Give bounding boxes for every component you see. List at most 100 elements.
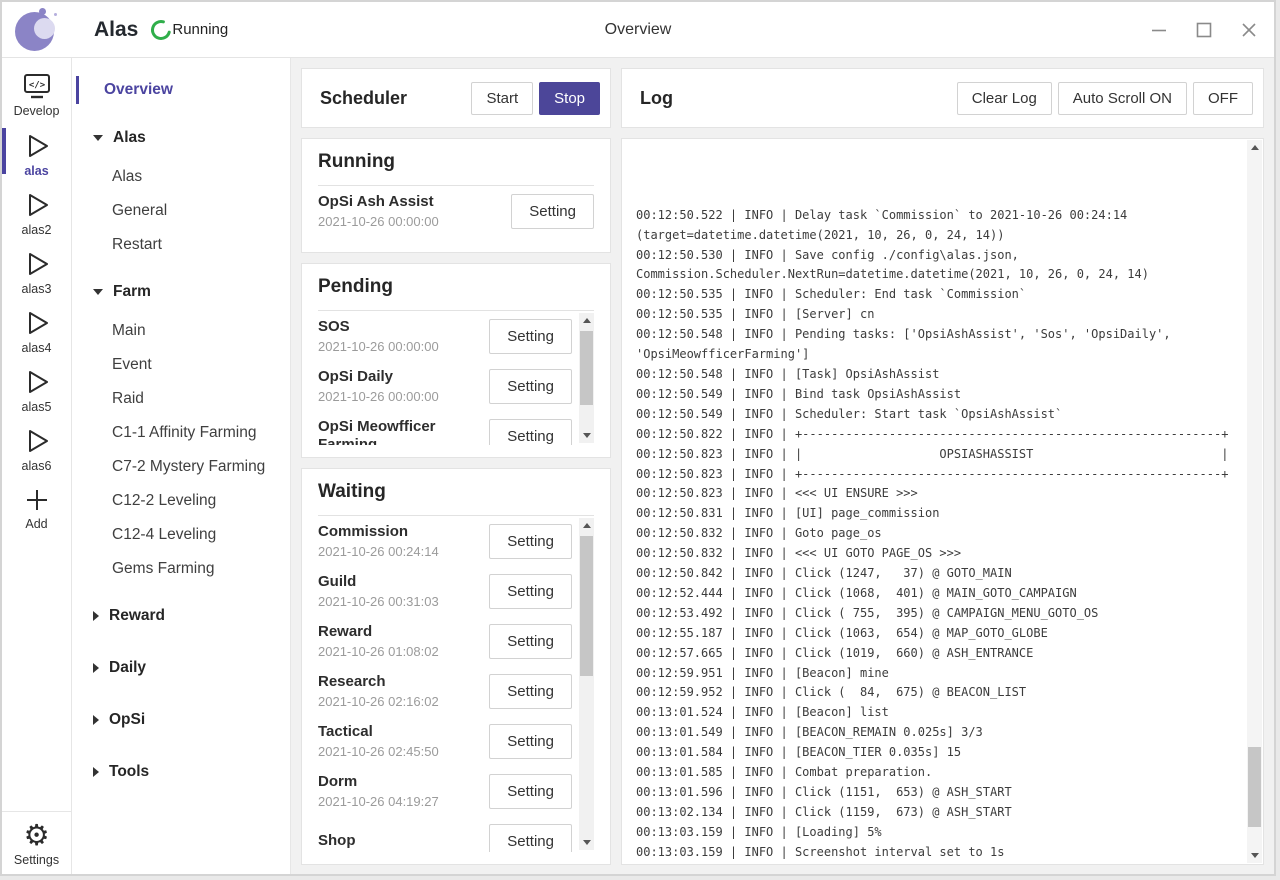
task-row: SOS 2021-10-26 00:00:00 Setting [318,311,572,361]
task-setting-button[interactable]: Setting [489,674,572,709]
spinner-icon [150,19,172,41]
task-row: Reward 2021-10-26 01:08:02 Setting [318,616,572,666]
nav-item-restart[interactable]: Restart [72,228,290,262]
pending-scrollbar[interactable] [579,313,594,443]
log-line: 00:12:59.951 | INFO | [Beacon] mine [636,664,1239,684]
task-setting-button[interactable]: Setting [489,369,572,404]
app-window: Alas Running Overview < [0,0,1276,876]
nav-item-event[interactable]: Event [72,348,290,382]
maximize-button[interactable] [1195,21,1213,39]
scrollbar-thumb[interactable] [580,536,593,676]
nav-group-farm[interactable]: Farm [72,270,290,314]
clear-log-button[interactable]: Clear Log [957,82,1052,115]
chevron-right-icon [93,715,99,725]
log-line: 00:12:52.444 | INFO | Click (1068, 401) … [636,584,1239,604]
pending-task-list: SOS 2021-10-26 00:00:00 Setting OpSi Dai… [318,311,572,445]
log-scrollbar[interactable] [1247,140,1262,863]
task-setting-button[interactable]: Setting [489,824,572,853]
nav-group-tools[interactable]: Tools [72,750,290,794]
chevron-right-icon [93,663,99,673]
nav-item-alas[interactable]: Alas [72,160,290,194]
nav-item-gems-farming[interactable]: Gems Farming [72,552,290,586]
rail-item-alas3[interactable]: alas3 [2,243,71,302]
scheduler-card: Scheduler Start Stop [301,68,611,128]
task-setting-button[interactable]: Setting [489,774,572,809]
nav-item-main[interactable]: Main [72,314,290,348]
rail-item-alas2[interactable]: alas2 [2,184,71,243]
log-line: 00:13:01.585 | INFO | Combat preparation… [636,763,1239,783]
scroll-up-icon[interactable] [579,313,594,328]
rail-item-alas[interactable]: alas [2,125,71,184]
plus-icon [23,486,51,514]
log-line: 00:12:50.522 | INFO | Delay task `Commis… [636,206,1239,226]
nav-group-alas[interactable]: Alas [72,116,290,160]
scheduler-title: Scheduler [320,88,407,109]
task-name: Guild [318,573,439,591]
log-line: 00:12:50.535 | INFO | [Server] cn [636,305,1239,325]
scrollbar-thumb[interactable] [1248,747,1261,827]
nav-item-c1-1-affinity-farming[interactable]: C1-1 Affinity Farming [72,416,290,450]
rail-item-add[interactable]: Add [2,479,71,538]
task-name: OpSi Meowfficer Farming [318,418,478,445]
chevron-down-icon [93,289,103,295]
nav-group-daily[interactable]: Daily [72,646,290,690]
task-setting-button[interactable]: Setting [511,194,594,229]
task-time: 2021-10-26 02:16:02 [318,694,439,709]
scrollbar-thumb[interactable] [580,331,593,405]
instance-rail: </> Develop alas alas2 [2,58,72,875]
task-name: SOS [318,318,439,336]
task-name: OpSi Daily [318,368,439,386]
autoscroll-off-button[interactable]: OFF [1193,82,1253,115]
waiting-scrollbar[interactable] [579,518,594,850]
rail-item-alas4[interactable]: alas4 [2,302,71,361]
rail-item-settings[interactable]: ⚙ Settings [2,811,71,875]
log-header-card: Log Clear Log Auto Scroll ON OFF [621,68,1264,128]
task-setting-button[interactable]: Setting [489,624,572,659]
nav-item-general[interactable]: General [72,194,290,228]
rail-item-alas5[interactable]: alas5 [2,361,71,420]
nav-group-reward[interactable]: Reward [72,594,290,638]
scroll-down-icon[interactable] [1247,848,1262,863]
task-time: 2021-10-26 00:00:00 [318,214,439,229]
task-row: Shop Setting [318,816,572,852]
rail-item-alas6[interactable]: alas6 [2,420,71,479]
task-row: OpSi Meowfficer Farming Setting [318,411,572,445]
task-name: Commission [318,523,439,541]
task-time: 2021-10-26 02:45:50 [318,744,439,759]
task-setting-button[interactable]: Setting [489,724,572,759]
log-line: 00:12:53.492 | INFO | Click ( 755, 395) … [636,604,1239,624]
task-time: 2021-10-26 04:19:27 [318,794,439,809]
log-line: 00:12:50.831 | INFO | [UI] page_commissi… [636,504,1239,524]
stop-button[interactable]: Stop [539,82,600,115]
log-line: 00:12:50.548 | INFO | [Task] OpsiAshAssi… [636,365,1239,385]
log-line: 00:12:50.530 | INFO | Save config ./conf… [636,246,1239,266]
nav-item-c12-2-leveling[interactable]: C12-2 Leveling [72,484,290,518]
nav-item-c7-2-mystery-farming[interactable]: C7-2 Mystery Farming [72,450,290,484]
svg-text:</>: </> [28,81,45,91]
task-row: Commission 2021-10-26 00:24:14 Setting [318,516,572,566]
nav-item-c12-4-leveling[interactable]: C12-4 Leveling [72,518,290,552]
scroll-down-icon[interactable] [579,835,594,850]
titlebar: Alas Running Overview [2,2,1274,58]
log-line: 00:12:50.842 | INFO | Click (1247, 37) @… [636,564,1239,584]
scroll-up-icon[interactable] [1247,140,1262,155]
task-row: OpSi Ash Assist 2021-10-26 00:00:00 Sett… [318,186,594,236]
start-button[interactable]: Start [471,82,533,115]
waiting-title: Waiting [318,481,594,516]
autoscroll-on-button[interactable]: Auto Scroll ON [1058,82,1187,115]
scroll-up-icon[interactable] [579,518,594,533]
scroll-down-icon[interactable] [579,428,594,443]
task-row: Tactical 2021-10-26 02:45:50 Setting [318,716,572,766]
minimize-button[interactable] [1150,21,1168,39]
nav-item-raid[interactable]: Raid [72,382,290,416]
task-setting-button[interactable]: Setting [489,419,572,446]
nav-item-overview[interactable]: Overview [72,72,290,108]
close-button[interactable] [1240,21,1258,39]
log-line: 00:13:01.549 | INFO | [BEACON_REMAIN 0.0… [636,723,1239,743]
task-setting-button[interactable]: Setting [489,574,572,609]
task-time: 2021-10-26 01:08:02 [318,644,439,659]
nav-group-opsi[interactable]: OpSi [72,698,290,742]
task-setting-button[interactable]: Setting [489,524,572,559]
task-setting-button[interactable]: Setting [489,319,572,354]
rail-item-develop[interactable]: </> Develop [2,66,71,125]
